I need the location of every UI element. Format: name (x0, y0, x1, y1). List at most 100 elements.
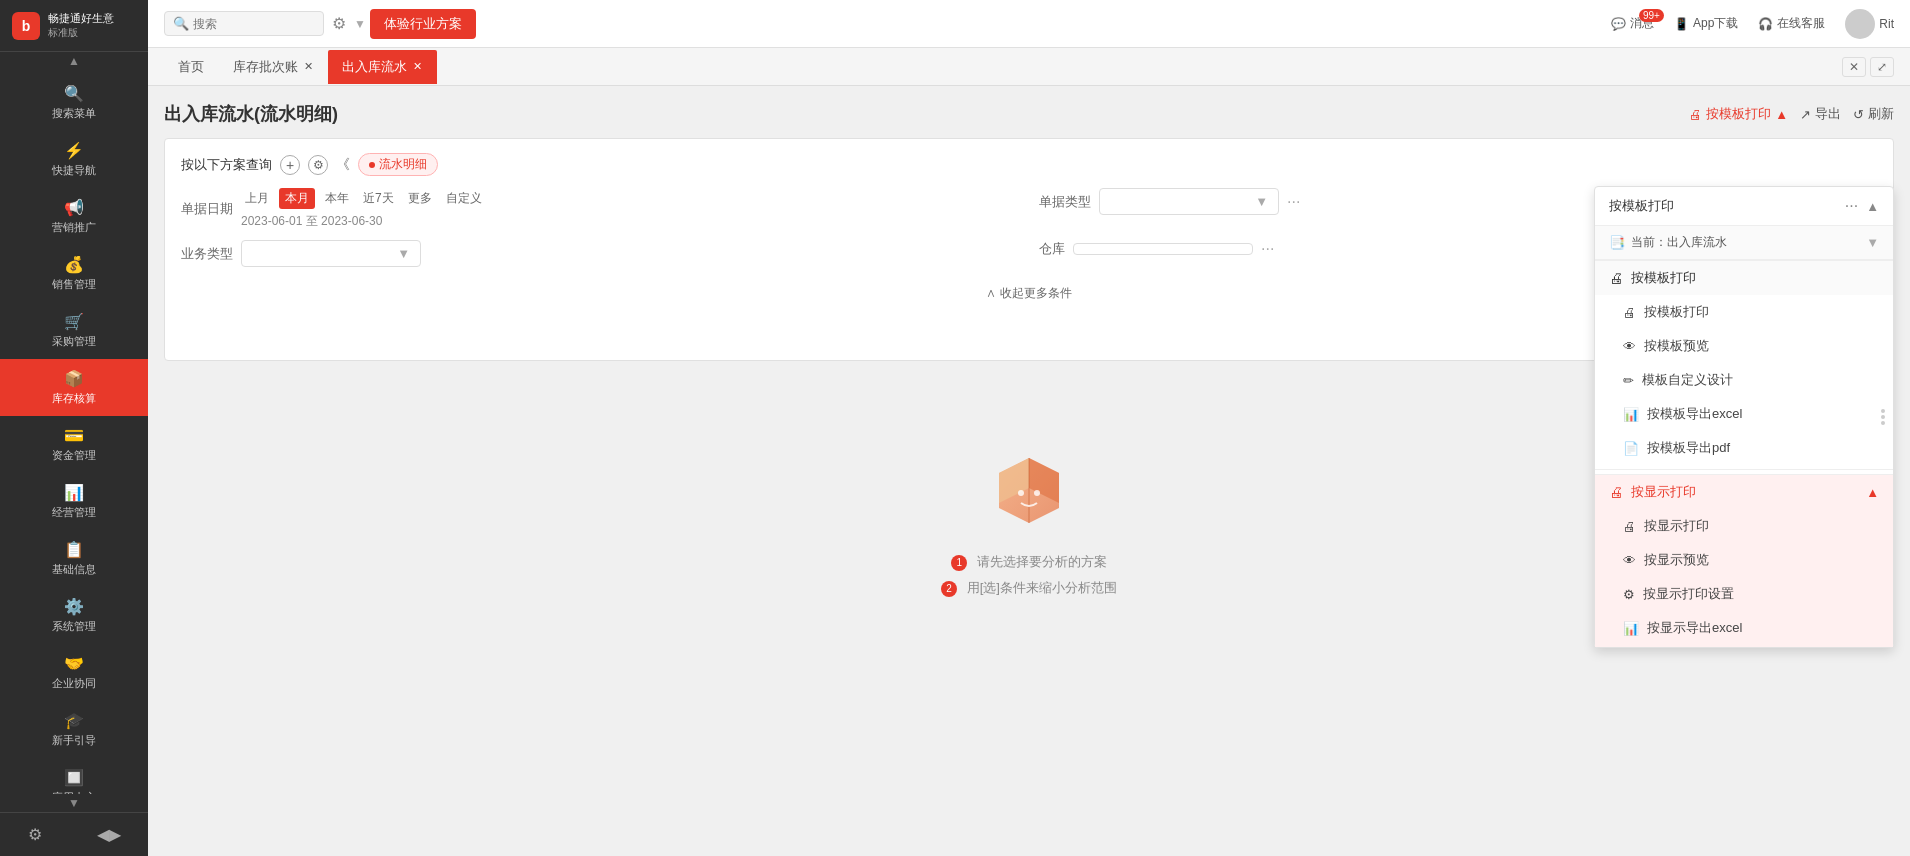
dropdown-item-template-pdf[interactable]: 📄 按模板导出pdf (1595, 431, 1893, 465)
sidebar-item-system-label: 系统管理 (52, 619, 96, 634)
dropdown-item-template-print[interactable]: 🖨 按模板打印 (1595, 295, 1893, 329)
flow-detail-tag[interactable]: 流水明细 (358, 153, 438, 176)
dropdown-item-display-print[interactable]: 🖨 按显示打印 (1595, 509, 1893, 543)
dropdown-current-arrow[interactable]: ▼ (1866, 235, 1879, 250)
current-scheme-icon: 📑 (1609, 235, 1625, 250)
dropdown-title: 按模板打印 (1609, 197, 1674, 215)
header-gear-icon[interactable]: ⚙ (332, 14, 346, 33)
template-print-button[interactable]: 🖨 按模板打印 ▲ (1689, 105, 1788, 123)
dropdown-item-template-excel[interactable]: 📊 按模板导出excel (1595, 397, 1893, 431)
dropdown-section-display-print-header[interactable]: 🖨 按显示打印 ▲ (1595, 474, 1893, 509)
customer-service-button[interactable]: 🎧 在线客服 (1758, 15, 1825, 32)
message-button[interactable]: 💬 消息 99+ (1611, 15, 1654, 32)
enterprise-nav-icon: 🤝 (64, 654, 84, 673)
sidebar-scroll-down[interactable]: ▼ (0, 794, 148, 812)
dropdown-more-icon[interactable]: ··· (1845, 197, 1858, 215)
display-excel-label: 按显示导出excel (1647, 619, 1742, 637)
top-header: 🔍 ⚙ ▼ 体验行业方案 💬 消息 99+ 📱 App下载 🎧 在线客服 Rit (148, 0, 1910, 48)
sidebar-item-guide[interactable]: 🎓 新手引导 (0, 701, 148, 758)
template-print-dropdown: 按模板打印 ··· ▲ 📑 当前：出入库流水 ▼ 🖨 (1594, 186, 1894, 648)
dropdown-item-display-pdf[interactable]: 📄 按显示导出pdf (1595, 645, 1893, 647)
dropdown-section-template-print-header: 🖨 按模板打印 (1595, 260, 1893, 295)
template-custom-icon: ✏ (1623, 373, 1634, 388)
sidebar-scroll-up[interactable]: ▲ (0, 52, 148, 70)
sidebar-collapse-btn[interactable]: ◀▶ (97, 825, 121, 844)
template-print-item-label: 按模板打印 (1644, 303, 1709, 321)
search-input[interactable] (193, 17, 313, 31)
warehouse-more-icon[interactable]: ··· (1261, 240, 1274, 258)
warehouse-select[interactable] (1073, 243, 1253, 255)
inventory-batch-close-icon[interactable]: ✕ (304, 60, 313, 73)
sidebar-item-sales[interactable]: 💰 销售管理 (0, 245, 148, 302)
template-pdf-icon: 📄 (1623, 441, 1639, 456)
sidebar-item-apps[interactable]: 🔲 应用中心 (0, 758, 148, 794)
doc-type-more-icon[interactable]: ··· (1287, 193, 1300, 211)
trial-button[interactable]: 体验行业方案 (370, 9, 476, 39)
doc-type-select[interactable]: ▼ (1099, 188, 1279, 215)
dropdown-item-display-excel[interactable]: 📊 按显示导出excel (1595, 611, 1893, 645)
sidebar-item-shortcut[interactable]: ⚡ 快捷导航 (0, 131, 148, 188)
expand-tabs-btn[interactable]: ⤢ (1870, 57, 1894, 77)
sidebar-item-operations[interactable]: 📊 经营管理 (0, 473, 148, 530)
scroll-indicator (1881, 409, 1885, 425)
header-search-box[interactable]: 🔍 (164, 11, 324, 36)
sidebar-item-sales-label: 销售管理 (52, 277, 96, 292)
sidebar-item-enterprise[interactable]: 🤝 企业协同 (0, 644, 148, 701)
dropdown-collapse-icon[interactable]: ▲ (1866, 199, 1879, 214)
export-button[interactable]: ↗ 导出 (1800, 105, 1841, 123)
filter-add-button[interactable]: + (280, 155, 300, 175)
sidebar-settings-btn[interactable]: ⚙ (28, 825, 42, 844)
display-print-settings-label: 按显示打印设置 (1643, 585, 1734, 603)
date-tab-7days[interactable]: 近7天 (359, 188, 398, 209)
sidebar-nav: 🔍 搜索菜单 ⚡ 快捷导航 📢 营销推广 💰 销售管理 🛒 采购管理 📦 库存核… (0, 70, 148, 794)
flow-tag-label: 流水明细 (379, 156, 427, 173)
in-out-flow-close-icon[interactable]: ✕ (413, 60, 422, 73)
sidebar-item-system[interactable]: ⚙️ 系统管理 (0, 587, 148, 644)
business-type-select[interactable]: ▼ (241, 240, 421, 267)
guide-nav-icon: 🎓 (64, 711, 84, 730)
user-avatar-area[interactable]: Rit (1845, 9, 1894, 39)
sidebar-item-finance[interactable]: 💳 资金管理 (0, 416, 148, 473)
marketing-nav-icon: 📢 (64, 198, 84, 217)
dropdown-item-display-preview[interactable]: 👁 按显示预览 (1595, 543, 1893, 577)
sidebar-item-basic-label: 基础信息 (52, 562, 96, 577)
template-print-dropdown-arrow[interactable]: ▲ (1775, 107, 1788, 122)
business-type-label: 业务类型 (181, 245, 233, 263)
export-label: 导出 (1815, 105, 1841, 123)
template-custom-label: 模板自定义设计 (1642, 371, 1733, 389)
display-section-icon: 🖨 (1609, 484, 1623, 500)
date-tab-custom[interactable]: 自定义 (442, 188, 486, 209)
sidebar-item-search[interactable]: 🔍 搜索菜单 (0, 74, 148, 131)
mobile-icon: 📱 (1674, 17, 1689, 31)
date-tab-this-month[interactable]: 本月 (279, 188, 315, 209)
sidebar-footer: ⚙ ◀▶ (0, 812, 148, 856)
template-section-header-label: 按模板打印 (1631, 269, 1696, 287)
sidebar-logo: b 畅捷通好生意 标准版 (0, 0, 148, 52)
refresh-button[interactable]: ↺ 刷新 (1853, 105, 1894, 123)
sidebar-item-finance-label: 资金管理 (52, 448, 96, 463)
header-dropdown-arrow[interactable]: ▼ (354, 17, 366, 31)
tab-home[interactable]: 首页 (164, 50, 219, 84)
date-filter: 上月 本月 本年 近7天 更多 自定义 2023-06-01 至 2023-06… (241, 188, 486, 230)
dropdown-item-template-custom[interactable]: ✏ 模板自定义设计 (1595, 363, 1893, 397)
display-print-label: 按显示打印 (1644, 517, 1709, 535)
sidebar-item-inventory[interactable]: 📦 库存核算 (0, 359, 148, 416)
dropdown-current-label-row: 📑 当前：出入库流水 (1609, 234, 1727, 251)
date-tab-this-year[interactable]: 本年 (321, 188, 353, 209)
date-tab-last-month[interactable]: 上月 (241, 188, 273, 209)
app-download-button[interactable]: 📱 App下载 (1674, 15, 1738, 32)
scroll-dot-3 (1881, 421, 1885, 425)
dropdown-item-template-preview[interactable]: 👁 按模板预览 (1595, 329, 1893, 363)
filter-collapse-button[interactable]: 《 (336, 156, 350, 174)
sidebar-item-purchase[interactable]: 🛒 采购管理 (0, 302, 148, 359)
close-all-tabs-btn[interactable]: ✕ (1842, 57, 1866, 77)
message-icon: 💬 (1611, 17, 1626, 31)
tab-in-out-flow[interactable]: 出入库流水 ✕ (328, 50, 437, 84)
sidebar-item-marketing[interactable]: 📢 营销推广 (0, 188, 148, 245)
sidebar-item-basic[interactable]: 📋 基础信息 (0, 530, 148, 587)
filter-settings-button[interactable]: ⚙ (308, 155, 328, 175)
dropdown-item-display-print-settings[interactable]: ⚙ 按显示打印设置 (1595, 577, 1893, 611)
display-section-collapse-icon[interactable]: ▲ (1866, 485, 1879, 500)
date-tab-more[interactable]: 更多 (404, 188, 436, 209)
tab-inventory-batch[interactable]: 库存批次账 ✕ (219, 50, 328, 84)
